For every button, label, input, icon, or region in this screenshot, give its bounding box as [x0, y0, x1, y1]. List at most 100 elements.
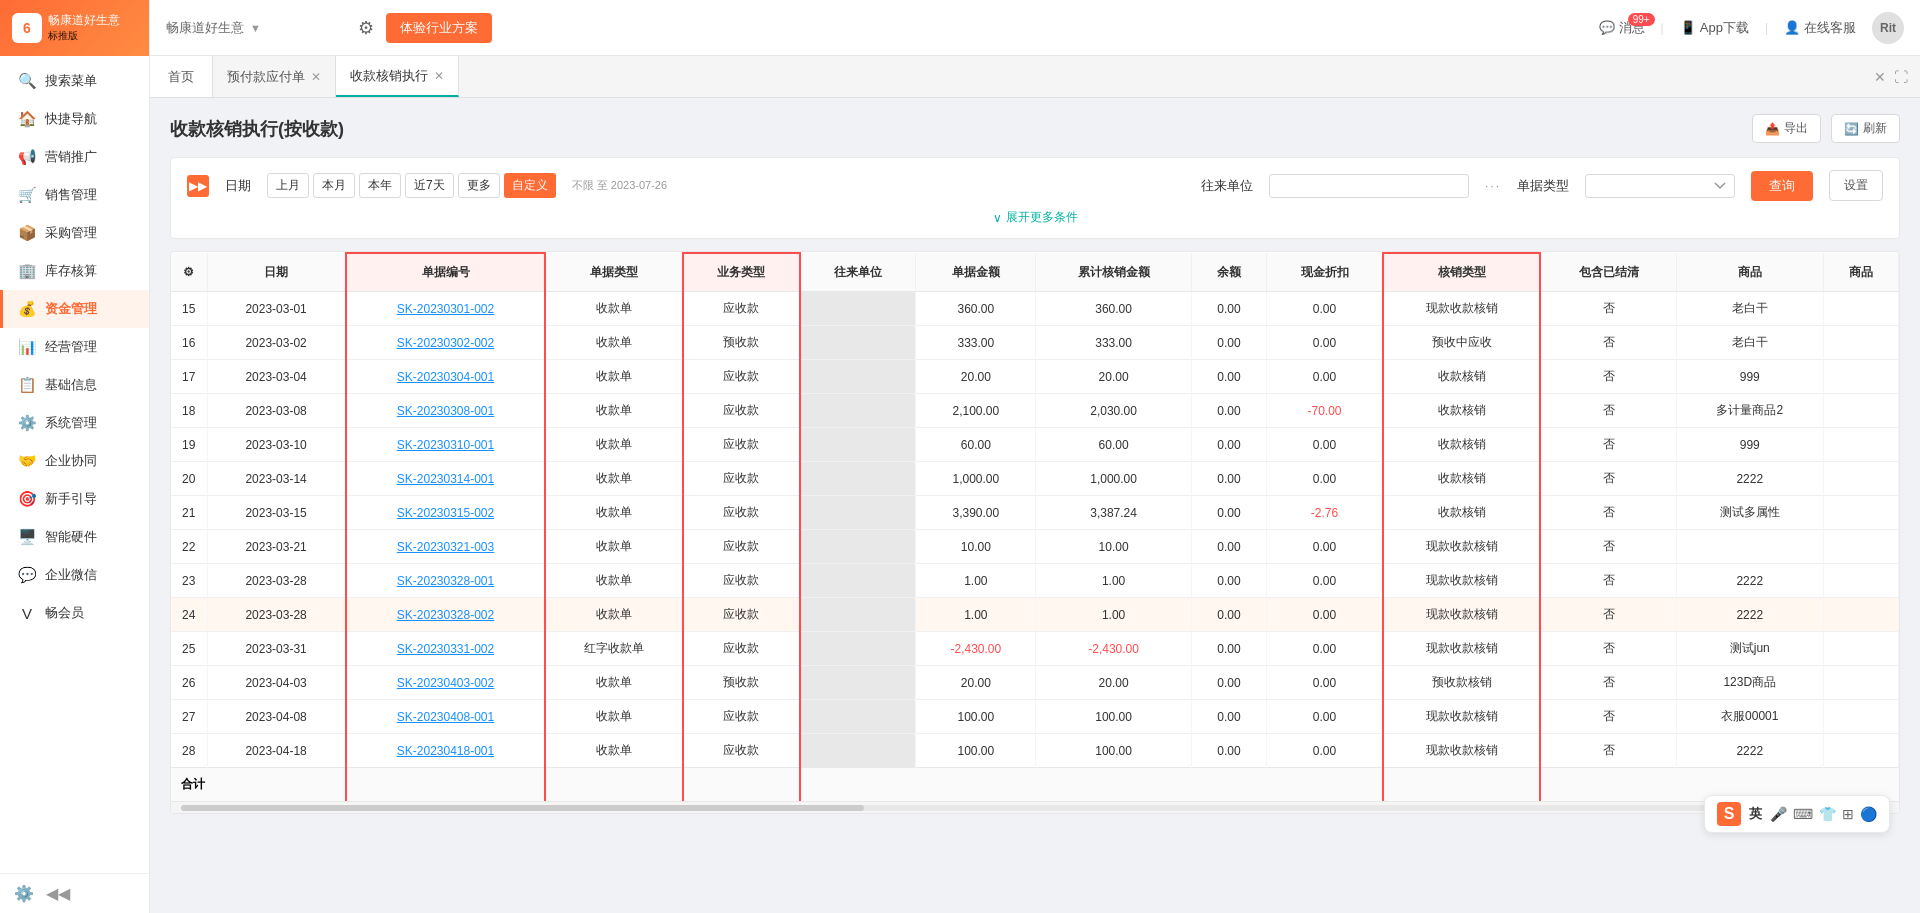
col-header-doc-no[interactable]: 单据编号 [346, 253, 546, 292]
sidebar-item-marketing[interactable]: 📢 营销推广 [0, 138, 149, 176]
solution-button[interactable]: 体验行业方案 [386, 13, 492, 43]
table-row: 232023-03-28SK-20230328-001收款单应收款████1.0… [171, 564, 1899, 598]
topbar-online-service[interactable]: 👤 在线客服 [1784, 19, 1856, 37]
tabbar-close-icon[interactable]: ✕ [1874, 69, 1886, 85]
col-header-balance[interactable]: 余额 [1191, 253, 1266, 292]
table-cell: 否 [1540, 632, 1676, 666]
doc-no-cell[interactable]: SK-20230304-001 [346, 360, 546, 394]
chevron-down-icon: ∨ [993, 211, 1002, 225]
tab-collection-close[interactable]: ✕ [434, 69, 444, 83]
table-cell: 0.00 [1267, 462, 1383, 496]
hardware-icon: 🖥️ [17, 528, 37, 546]
sidebar-item-finance[interactable]: 💰 资金管理 [0, 290, 149, 328]
sidebar-item-enterprise[interactable]: 🤝 企业协同 [0, 442, 149, 480]
doc-no-cell[interactable]: SK-20230408-001 [346, 700, 546, 734]
table-cell: 否 [1540, 598, 1676, 632]
table-cell [1823, 496, 1898, 530]
col-header-gear[interactable]: ⚙ [171, 253, 207, 292]
col-header-incl-clear[interactable]: 包含已结清 [1540, 253, 1676, 292]
topbar-app-download[interactable]: 📱 App下载 [1680, 19, 1749, 37]
date-btn-last-month[interactable]: 上月 [267, 173, 309, 198]
doc-no-cell[interactable]: SK-20230328-001 [346, 564, 546, 598]
sidebar-item-purchase[interactable]: 📦 采购管理 [0, 214, 149, 252]
date-btn-7days[interactable]: 近7天 [405, 173, 454, 198]
doc-no-cell[interactable]: SK-20230328-002 [346, 598, 546, 632]
date-btn-this-year[interactable]: 本年 [359, 173, 401, 198]
sidebar-item-system[interactable]: ⚙️ 系统管理 [0, 404, 149, 442]
table-cell: 0.00 [1191, 496, 1266, 530]
col-header-cancel-type[interactable]: 核销类型 [1383, 253, 1540, 292]
counterpart-input[interactable] [1269, 174, 1469, 198]
doc-no-cell[interactable]: SK-20230418-001 [346, 734, 546, 768]
col-header-product[interactable]: 商品 [1676, 253, 1823, 292]
doc-no-cell[interactable]: SK-20230308-001 [346, 394, 546, 428]
sidebar-item-sales[interactable]: 🛒 销售管理 [0, 176, 149, 214]
horizontal-scrollbar[interactable] [171, 801, 1899, 813]
doc-no-cell[interactable]: SK-20230403-002 [346, 666, 546, 700]
refresh-button[interactable]: 🔄 刷新 [1831, 114, 1900, 143]
col-header-product2[interactable]: 商品 [1823, 253, 1898, 292]
voucher-type-select[interactable] [1585, 174, 1735, 198]
tab-collection[interactable]: 收款核销执行 ✕ [336, 56, 459, 97]
user-avatar[interactable]: Rit [1872, 12, 1904, 44]
filter-settings-button[interactable]: 设置 [1829, 170, 1883, 201]
topbar-messages[interactable]: 💬 消息 99+ [1599, 19, 1645, 37]
doc-no-cell[interactable]: SK-20230315-002 [346, 496, 546, 530]
table-cell: 0.00 [1191, 360, 1266, 394]
doc-no-cell[interactable]: SK-20230314-001 [346, 462, 546, 496]
scrollbar-thumb[interactable] [181, 805, 864, 811]
date-btn-custom[interactable]: 自定义 [504, 173, 556, 198]
tab-prepay-label: 预付款应付单 [227, 68, 305, 86]
doc-no-cell[interactable]: SK-20230310-001 [346, 428, 546, 462]
sidebar-item-inventory[interactable]: 🏢 库存核算 [0, 252, 149, 290]
shirt-icon[interactable]: 👕 [1819, 806, 1836, 822]
col-header-biz-type[interactable]: 业务类型 [683, 253, 800, 292]
query-button[interactable]: 查询 [1751, 171, 1813, 201]
grid-icon[interactable]: ⊞ [1842, 806, 1854, 822]
extra-icon[interactable]: 🔵 [1860, 806, 1877, 822]
topbar-dropdown-icon[interactable]: ▼ [250, 22, 261, 34]
col-header-amount[interactable]: 单据金额 [916, 253, 1036, 292]
table-cell: ████ [800, 700, 916, 734]
keyboard-icon[interactable]: ⌨ [1793, 806, 1813, 822]
table-cell: 收款单 [545, 394, 682, 428]
topbar-gear-icon[interactable]: ⚙ [358, 17, 374, 39]
message-badge: 99+ [1628, 13, 1655, 26]
sidebar-item-wecom[interactable]: 💬 企业微信 [0, 556, 149, 594]
tab-prepay[interactable]: 预付款应付单 ✕ [213, 56, 336, 97]
doc-no-cell[interactable]: SK-20230302-002 [346, 326, 546, 360]
doc-no-cell[interactable]: SK-20230331-002 [346, 632, 546, 666]
filter-toggle-button[interactable]: ▶▶ [187, 175, 209, 197]
sidebar-item-member[interactable]: V 畅会员 [0, 594, 149, 632]
tab-home[interactable]: 首页 [150, 56, 213, 97]
settings-icon[interactable]: ⚙️ [14, 884, 34, 903]
table-row: 222023-03-21SK-20230321-003收款单应收款████10.… [171, 530, 1899, 564]
date-btn-this-month[interactable]: 本月 [313, 173, 355, 198]
table-cell: 否 [1540, 564, 1676, 598]
col-header-cum-cancel[interactable]: 累计核销金额 [1036, 253, 1192, 292]
sidebar-item-operations[interactable]: 📊 经营管理 [0, 328, 149, 366]
col-header-cash-disc[interactable]: 现金折扣 [1267, 253, 1383, 292]
doc-no-cell[interactable]: SK-20230301-002 [346, 292, 546, 326]
mic-icon[interactable]: 🎤 [1770, 806, 1787, 822]
export-button[interactable]: 📤 导出 [1752, 114, 1821, 143]
table-cell: 0.00 [1267, 666, 1383, 700]
tab-prepay-close[interactable]: ✕ [311, 70, 321, 84]
table-cell: 20.00 [1036, 360, 1192, 394]
sidebar-item-guide[interactable]: 🎯 新手引导 [0, 480, 149, 518]
sidebar-item-search[interactable]: 🔍 搜索菜单 [0, 62, 149, 100]
filter-dots: ··· [1485, 179, 1501, 193]
table-cell [1823, 428, 1898, 462]
filter-expand[interactable]: ∨ 展开更多条件 [187, 209, 1883, 226]
doc-no-cell[interactable]: SK-20230321-003 [346, 530, 546, 564]
collapse-icon[interactable]: ◀◀ [46, 884, 70, 903]
col-header-date[interactable]: 日期 [207, 253, 346, 292]
table-cell: 预收中应收 [1383, 326, 1540, 360]
tabbar-fullscreen-icon[interactable]: ⛶ [1894, 69, 1908, 85]
col-header-counterpart[interactable]: 往来单位 [800, 253, 916, 292]
sidebar-item-quicknav[interactable]: 🏠 快捷导航 [0, 100, 149, 138]
col-header-doc-type[interactable]: 单据类型 [545, 253, 682, 292]
sidebar-item-basics[interactable]: 📋 基础信息 [0, 366, 149, 404]
date-btn-more[interactable]: 更多 [458, 173, 500, 198]
sidebar-item-hardware[interactable]: 🖥️ 智能硬件 [0, 518, 149, 556]
